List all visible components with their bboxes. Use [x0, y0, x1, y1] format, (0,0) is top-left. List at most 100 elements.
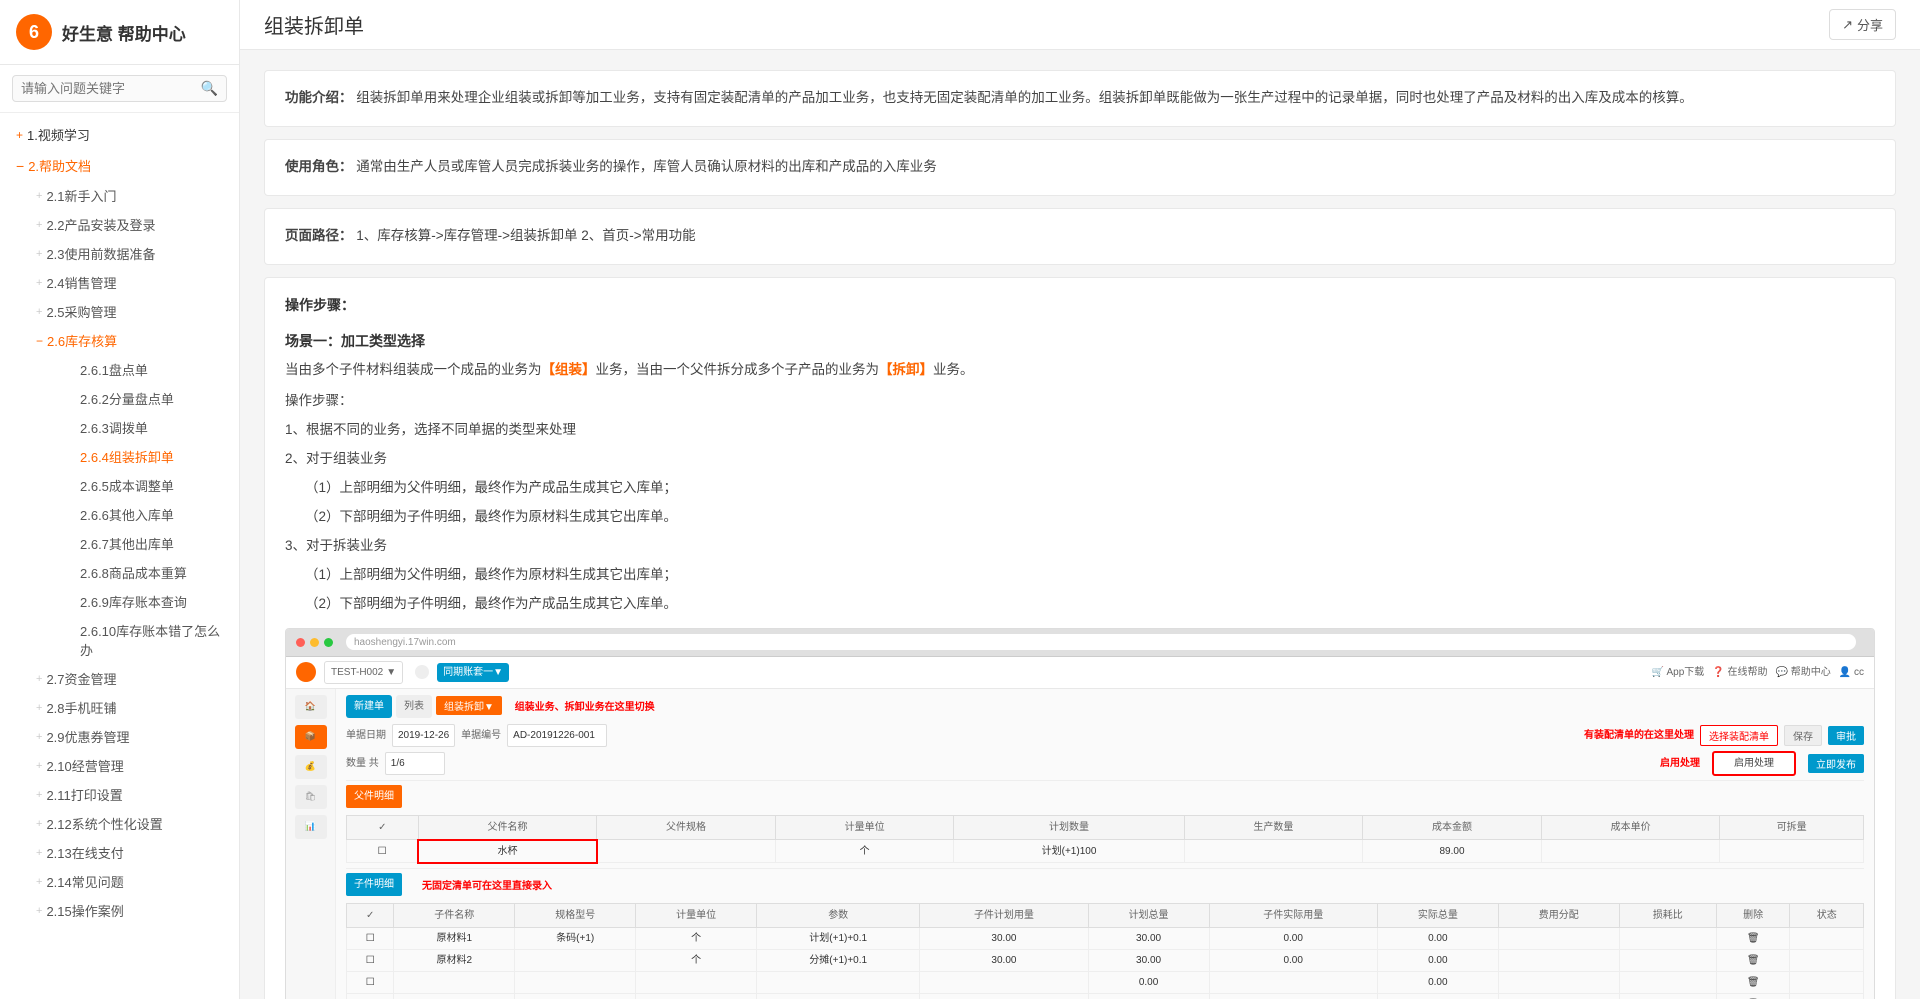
function-intro-text: 组装拆卸单用来处理企业组装或拆卸等加工业务，支持有固定装配清单的产品加工业务，也…: [356, 90, 1693, 105]
share-button[interactable]: ↗ 分享: [1829, 9, 1896, 40]
logo-icon: 6: [16, 14, 52, 50]
sidebar-item-coupon[interactable]: + 2.9优惠券管理: [28, 722, 239, 751]
expand-icon: +: [36, 248, 42, 260]
search-input[interactable]: [21, 81, 201, 96]
tab-new[interactable]: 新建单: [346, 695, 392, 718]
select-bom-btn[interactable]: 选择装配清单: [1700, 725, 1778, 746]
enabled-input[interactable]: 启用处理: [1712, 751, 1796, 776]
expand-icon: +: [36, 818, 42, 830]
sidebar-item-purchase[interactable]: + 2.5采购管理: [28, 297, 239, 326]
table-row: ☐ 水杯 个 计划(+1)100 89.00: [347, 840, 1864, 863]
expand-icon: +: [36, 876, 42, 888]
sidebar-item-customize[interactable]: + 2.12系统个性化设置: [28, 809, 239, 838]
child-col-actual-use: 子件实际用量: [1209, 903, 1377, 927]
sidebar-item-transfer[interactable]: 2.6.3调拨单: [72, 413, 239, 442]
child-section-label: 子件明细: [346, 873, 402, 896]
sidebar-header: 6 好生意 帮助中心: [0, 0, 239, 65]
child-col-delete: 删除: [1716, 903, 1790, 927]
operation-card: 操作步骤： 场景一：加工类型选择 当由多个子件材料组装成一个成品的业务为【组装】…: [264, 277, 1896, 999]
tab-list[interactable]: 列表: [396, 695, 432, 718]
approve-btn[interactable]: 审批: [1828, 726, 1864, 745]
docno-input[interactable]: AD-20191226-001: [507, 724, 607, 747]
scenario1-desc: 当由多个子件材料组装成一个成品的业务为【组装】业务，当由一个父件拆分成多个子产品…: [285, 359, 1875, 382]
app-icon: 🛒 App下载: [1652, 664, 1704, 681]
sidebar-item-video[interactable]: + 1.视频学习: [0, 119, 239, 150]
sidebar-item-mobile[interactable]: + 2.8手机旺铺: [28, 693, 239, 722]
sidebar-item-sales[interactable]: + 2.4销售管理: [28, 268, 239, 297]
sidebar-item-prepare[interactable]: + 2.3使用前数据准备: [28, 239, 239, 268]
scenario1-title: 场景一：加工类型选择: [285, 330, 1875, 354]
expand-icon: +: [36, 905, 42, 917]
sidebar-item-newcomer[interactable]: + 2.1新手入门: [28, 181, 239, 210]
expand-icon: +: [36, 702, 42, 714]
share-label: 分享: [1857, 15, 1883, 34]
cell-check[interactable]: ☐: [347, 840, 419, 863]
sidebar-item-label: 2.帮助文档: [28, 156, 91, 175]
page-title: 组装拆卸单: [264, 10, 364, 39]
sidebar-item-stocktake[interactable]: 2.6.1盘点单: [72, 355, 239, 384]
sidebar-item-other-out[interactable]: 2.6.7其他出库单: [72, 529, 239, 558]
child-col-name: 子件名称: [394, 903, 515, 927]
sidebar-item-docs[interactable]: − 2.帮助文档: [0, 150, 239, 181]
cell-parent-spec: [597, 840, 776, 863]
path-label: 页面路径：: [285, 228, 353, 243]
sidebar-item-install[interactable]: + 2.2产品安装及登录: [28, 210, 239, 239]
user-icon: 👤 cc: [1839, 664, 1864, 681]
annotation-assembly-type: 组装业务、拆卸业务在这里切换: [515, 702, 655, 713]
col-parent-spec: 父件规格: [597, 815, 776, 840]
table-row: ☐ 0.00 0.00: [347, 971, 1864, 993]
sidebar-item-cost-adjust[interactable]: 2.6.5成本调整单: [72, 471, 239, 500]
nav-stock[interactable]: 📦: [295, 725, 327, 749]
annotation-bom: 有装配清单的在这里处理: [1584, 727, 1694, 744]
nav-home[interactable]: 🏠: [295, 695, 327, 719]
sidebar-item-online-pay[interactable]: + 2.13在线支付: [28, 838, 239, 867]
role-text: 通常由生产人员或库管人员完成拆装业务的操作，库管人员确认原材料的出库和产成品的入…: [356, 159, 937, 174]
role-card: 使用角色： 通常由生产人员或库管人员完成拆装业务的操作，库管人员确认原材料的出库…: [264, 139, 1896, 196]
parent-table: ✓ 父件名称 父件规格 计量单位 计划数量 生产数量 成本金额 成本单价 可拆量: [346, 815, 1864, 864]
assembly-text: 【组装】: [542, 362, 596, 377]
cell-prod-qty[interactable]: [1184, 840, 1363, 863]
child-col-spec: 规格型号: [515, 903, 636, 927]
child-col-status: 状态: [1790, 903, 1864, 927]
sidebar-item-label: 1.视频学习: [27, 125, 90, 144]
assembly-type-btn[interactable]: 组装拆卸▼: [436, 696, 502, 715]
share-icon: ↗: [1842, 17, 1853, 33]
sidebar-item-assembly[interactable]: 2.6.4组装拆卸单: [72, 442, 239, 471]
url-bar: haoshengyi.17win.com: [346, 634, 1856, 650]
submit-btn[interactable]: 立即发布: [1808, 754, 1864, 773]
sidebar-item-partial-stocktake[interactable]: 2.6.2分量盘点单: [72, 384, 239, 413]
sidebar-item-cost-recalc[interactable]: 2.6.8商品成本重算: [72, 558, 239, 587]
nav-report[interactable]: 📊: [295, 815, 327, 839]
sidebar-item-stock-error[interactable]: 2.6.10库存账本错了怎么办: [72, 616, 239, 664]
save-btn[interactable]: 保存: [1784, 725, 1822, 746]
tab-row: 新建单 列表 组装拆卸▼ 组装业务、拆卸业务在这里切换: [346, 695, 1864, 718]
col-check: ✓: [347, 815, 419, 840]
content-area: 功能介绍： 组装拆卸单用来处理企业组装或拆卸等加工业务，支持有固定装配清单的产品…: [240, 50, 1920, 999]
app-main: 新建单 列表 组装拆卸▼ 组装业务、拆卸业务在这里切换: [336, 689, 1874, 999]
child-col-actual-total: 实际总量: [1377, 903, 1498, 927]
sidebar-item-cases[interactable]: + 2.15操作案例: [28, 896, 239, 925]
col-unit: 计量单位: [775, 815, 954, 840]
sidebar-item-ops[interactable]: + 2.10经营管理: [28, 751, 239, 780]
form-row1: 单据日期 2019-12-26 单据编号 AD-20191226-001 有装配…: [346, 724, 1864, 747]
sidebar-item-other-in[interactable]: 2.6.6其他入库单: [72, 500, 239, 529]
system-selector[interactable]: TEST-H002 ▼: [324, 661, 403, 684]
annotation-enabled: 启用处理: [1660, 755, 1700, 772]
search-icon[interactable]: 🔍: [201, 80, 218, 97]
docs-children: + 2.1新手入门 + 2.2产品安装及登录 + 2.3使用前数据准备 + 2.…: [0, 181, 239, 925]
path-card: 页面路径： 1、库存核算->库存管理->组装拆卸单 2、首页->常用功能: [264, 208, 1896, 265]
child-col-unit: 计量单位: [636, 903, 757, 927]
main-area: 组装拆卸单 ↗ 分享 功能介绍： 组装拆卸单用来处理企业组装或拆卸等加工业务，支…: [240, 0, 1920, 999]
qty-input[interactable]: 1/6: [385, 752, 445, 775]
sidebar-item-finance[interactable]: + 2.7资金管理: [28, 664, 239, 693]
nav-buy[interactable]: 🛍: [295, 785, 327, 809]
collapse-icon: −: [16, 158, 24, 174]
sidebar-item-print[interactable]: + 2.11打印设置: [28, 780, 239, 809]
sidebar-item-stock[interactable]: − 2.6库存核算: [28, 326, 239, 355]
sidebar-item-faq[interactable]: + 2.14常见问题: [28, 867, 239, 896]
date-input[interactable]: 2019-12-26: [392, 724, 455, 747]
cell-parent-name[interactable]: 水杯: [418, 840, 597, 863]
sidebar-item-stock-check[interactable]: 2.6.9库存账本查询: [72, 587, 239, 616]
nav-sales[interactable]: 💰: [295, 755, 327, 779]
close-dot: [296, 638, 305, 647]
